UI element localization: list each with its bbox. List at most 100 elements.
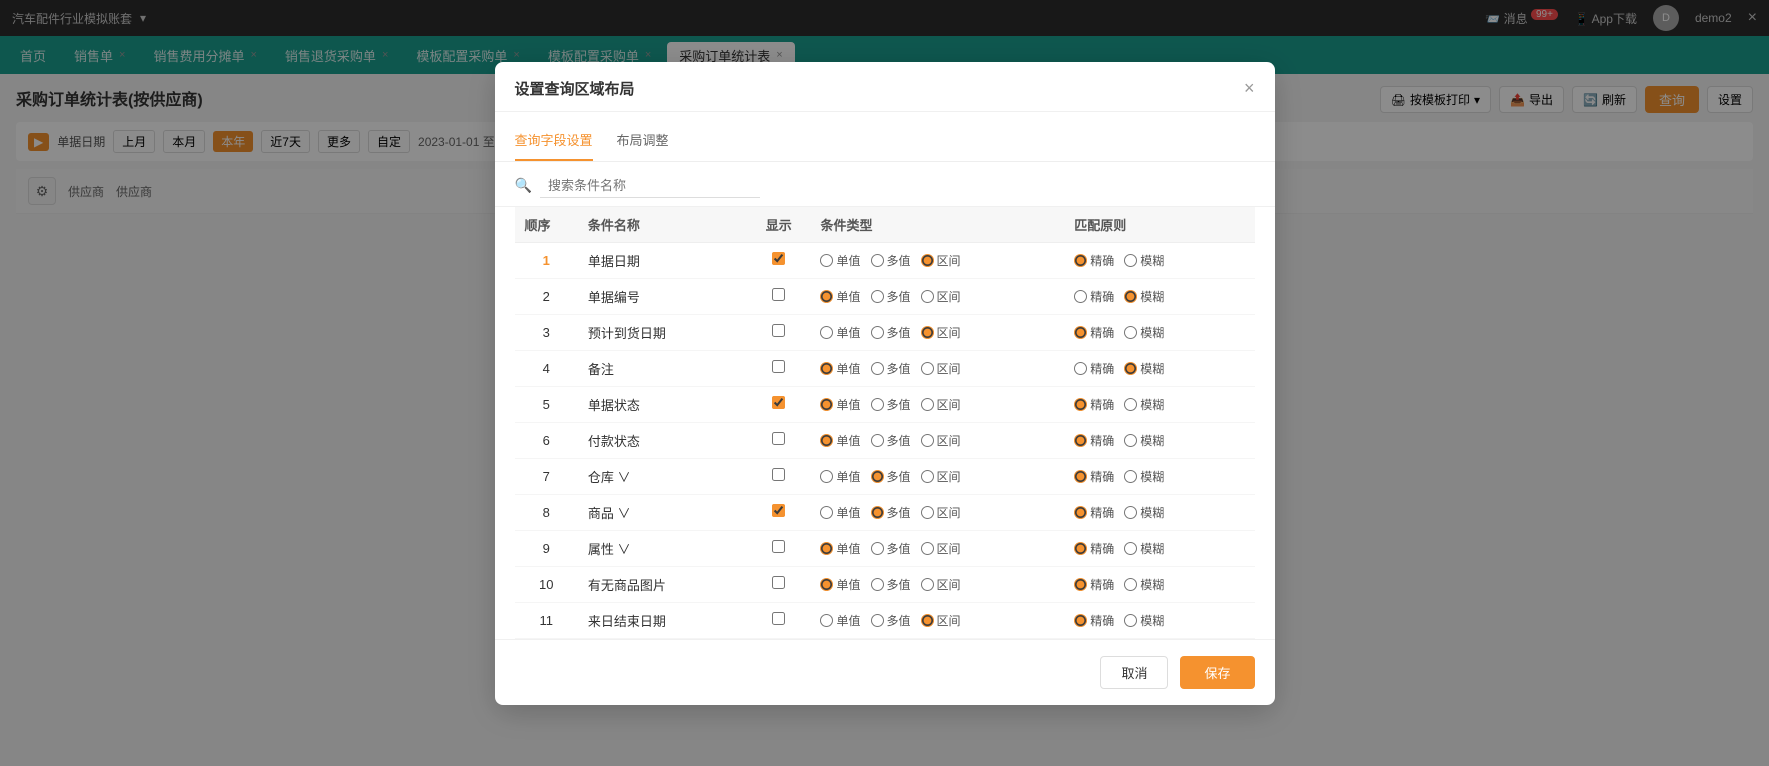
radio-type-multi[interactable]: 多值 <box>871 252 911 269</box>
row-match-rule: 精确模糊 <box>1064 314 1254 350</box>
radio-type-multi[interactable]: 多值 <box>871 576 911 593</box>
radio-rule-exact[interactable]: 精确 <box>1074 576 1114 593</box>
radio-type-range[interactable]: 区间 <box>921 396 961 413</box>
radio-rule-exact[interactable]: 精确 <box>1074 612 1114 629</box>
radio-type-range[interactable]: 区间 <box>921 360 961 377</box>
radio-type-range[interactable]: 区间 <box>921 324 961 341</box>
display-checkbox[interactable] <box>772 288 785 301</box>
radio-rule-fuzzy[interactable]: 模糊 <box>1124 288 1164 305</box>
radio-rule-exact[interactable]: 精确 <box>1074 540 1114 557</box>
row-display-checkbox[interactable] <box>747 386 810 422</box>
radio-type-multi[interactable]: 多值 <box>871 540 911 557</box>
col-header-order: 顺序 <box>515 207 578 243</box>
row-display-checkbox[interactable] <box>747 530 810 566</box>
display-checkbox[interactable] <box>772 468 785 481</box>
row-display-checkbox[interactable] <box>747 242 810 278</box>
radio-rule-fuzzy[interactable]: 模糊 <box>1124 432 1164 449</box>
radio-type-single[interactable]: 单值 <box>820 252 860 269</box>
display-checkbox[interactable] <box>772 324 785 337</box>
radio-type-range[interactable]: 区间 <box>921 432 961 449</box>
cancel-button[interactable]: 取消 <box>1100 656 1168 689</box>
display-checkbox[interactable] <box>772 576 785 589</box>
conditions-table: 顺序 条件名称 显示 条件类型 匹配原则 1单据日期单值多值区间精确模糊2单据编… <box>515 207 1255 639</box>
radio-rule-exact[interactable]: 精确 <box>1074 288 1114 305</box>
row-display-checkbox[interactable] <box>747 566 810 602</box>
radio-type-single[interactable]: 单值 <box>820 504 860 521</box>
radio-type-multi[interactable]: 多值 <box>871 396 911 413</box>
radio-rule-exact[interactable]: 精确 <box>1074 324 1114 341</box>
radio-type-range[interactable]: 区间 <box>921 288 961 305</box>
row-display-checkbox[interactable] <box>747 422 810 458</box>
row-display-checkbox[interactable] <box>747 602 810 638</box>
radio-type-multi[interactable]: 多值 <box>871 432 911 449</box>
row-display-checkbox[interactable] <box>747 278 810 314</box>
radio-type-multi[interactable]: 多值 <box>871 612 911 629</box>
radio-type-range[interactable]: 区间 <box>921 612 961 629</box>
radio-type-range[interactable]: 区间 <box>921 540 961 557</box>
radio-type-single[interactable]: 单值 <box>820 360 860 377</box>
radio-type-single[interactable]: 单值 <box>820 468 860 485</box>
radio-type-multi[interactable]: 多值 <box>871 468 911 485</box>
radio-type-multi[interactable]: 多值 <box>871 324 911 341</box>
modal-dialog: 设置查询区域布局 × 查询字段设置 布局调整 🔍 顺序 条件名称 <box>495 62 1275 705</box>
radio-rule-fuzzy[interactable]: 模糊 <box>1124 612 1164 629</box>
radio-rule-fuzzy[interactable]: 模糊 <box>1124 360 1164 377</box>
radio-type-single[interactable]: 单值 <box>820 612 860 629</box>
modal-close-button[interactable]: × <box>1244 79 1255 97</box>
modal-search-input[interactable] <box>540 174 760 198</box>
radio-type-multi[interactable]: 多值 <box>871 288 911 305</box>
display-checkbox[interactable] <box>772 396 785 409</box>
radio-rule-fuzzy[interactable]: 模糊 <box>1124 396 1164 413</box>
radio-type-range[interactable]: 区间 <box>921 468 961 485</box>
table-row: 5单据状态单值多值区间精确模糊 <box>515 386 1255 422</box>
radio-type-single[interactable]: 单值 <box>820 432 860 449</box>
modal-overlay: 设置查询区域布局 × 查询字段设置 布局调整 🔍 顺序 条件名称 <box>0 0 1769 766</box>
radio-rule-fuzzy[interactable]: 模糊 <box>1124 540 1164 557</box>
row-condition-name: 备注 <box>578 350 747 386</box>
radio-type-multi[interactable]: 多值 <box>871 360 911 377</box>
radio-type-range[interactable]: 区间 <box>921 576 961 593</box>
row-display-checkbox[interactable] <box>747 350 810 386</box>
modal-tab-query-fields[interactable]: 查询字段设置 <box>515 124 593 161</box>
radio-rule-exact[interactable]: 精确 <box>1074 252 1114 269</box>
display-checkbox[interactable] <box>772 540 785 553</box>
display-checkbox[interactable] <box>772 360 785 373</box>
radio-rule-exact[interactable]: 精确 <box>1074 396 1114 413</box>
row-display-checkbox[interactable] <box>747 314 810 350</box>
row-order: 7 <box>515 458 578 494</box>
row-display-checkbox[interactable] <box>747 494 810 530</box>
radio-rule-fuzzy[interactable]: 模糊 <box>1124 504 1164 521</box>
radio-rule-fuzzy[interactable]: 模糊 <box>1124 324 1164 341</box>
radio-rule-exact[interactable]: 精确 <box>1074 360 1114 377</box>
row-match-rule: 精确模糊 <box>1064 458 1254 494</box>
display-checkbox[interactable] <box>772 504 785 517</box>
row-order: 5 <box>515 386 578 422</box>
display-checkbox[interactable] <box>772 252 785 265</box>
radio-type-single[interactable]: 单值 <box>820 540 860 557</box>
radio-type-single[interactable]: 单值 <box>820 324 860 341</box>
table-row: 4备注单值多值区间精确模糊 <box>515 350 1255 386</box>
row-display-checkbox[interactable] <box>747 458 810 494</box>
row-condition-type: 单值多值区间 <box>810 494 1064 530</box>
row-condition-type: 单值多值区间 <box>810 602 1064 638</box>
radio-rule-fuzzy[interactable]: 模糊 <box>1124 252 1164 269</box>
display-checkbox[interactable] <box>772 432 785 445</box>
modal-table-container: 顺序 条件名称 显示 条件类型 匹配原则 1单据日期单值多值区间精确模糊2单据编… <box>495 207 1275 639</box>
radio-rule-fuzzy[interactable]: 模糊 <box>1124 468 1164 485</box>
radio-type-range[interactable]: 区间 <box>921 252 961 269</box>
modal-tab-layout[interactable]: 布局调整 <box>617 124 669 161</box>
radio-rule-exact[interactable]: 精确 <box>1074 468 1114 485</box>
modal-title: 设置查询区域布局 <box>515 78 635 99</box>
row-condition-type: 单值多值区间 <box>810 386 1064 422</box>
save-button[interactable]: 保存 <box>1180 656 1254 689</box>
radio-type-single[interactable]: 单值 <box>820 396 860 413</box>
radio-rule-exact[interactable]: 精确 <box>1074 432 1114 449</box>
row-condition-name: 单据日期 <box>578 242 747 278</box>
radio-type-multi[interactable]: 多值 <box>871 504 911 521</box>
display-checkbox[interactable] <box>772 612 785 625</box>
radio-rule-fuzzy[interactable]: 模糊 <box>1124 576 1164 593</box>
radio-type-single[interactable]: 单值 <box>820 576 860 593</box>
radio-rule-exact[interactable]: 精确 <box>1074 504 1114 521</box>
radio-type-range[interactable]: 区间 <box>921 504 961 521</box>
radio-type-single[interactable]: 单值 <box>820 288 860 305</box>
